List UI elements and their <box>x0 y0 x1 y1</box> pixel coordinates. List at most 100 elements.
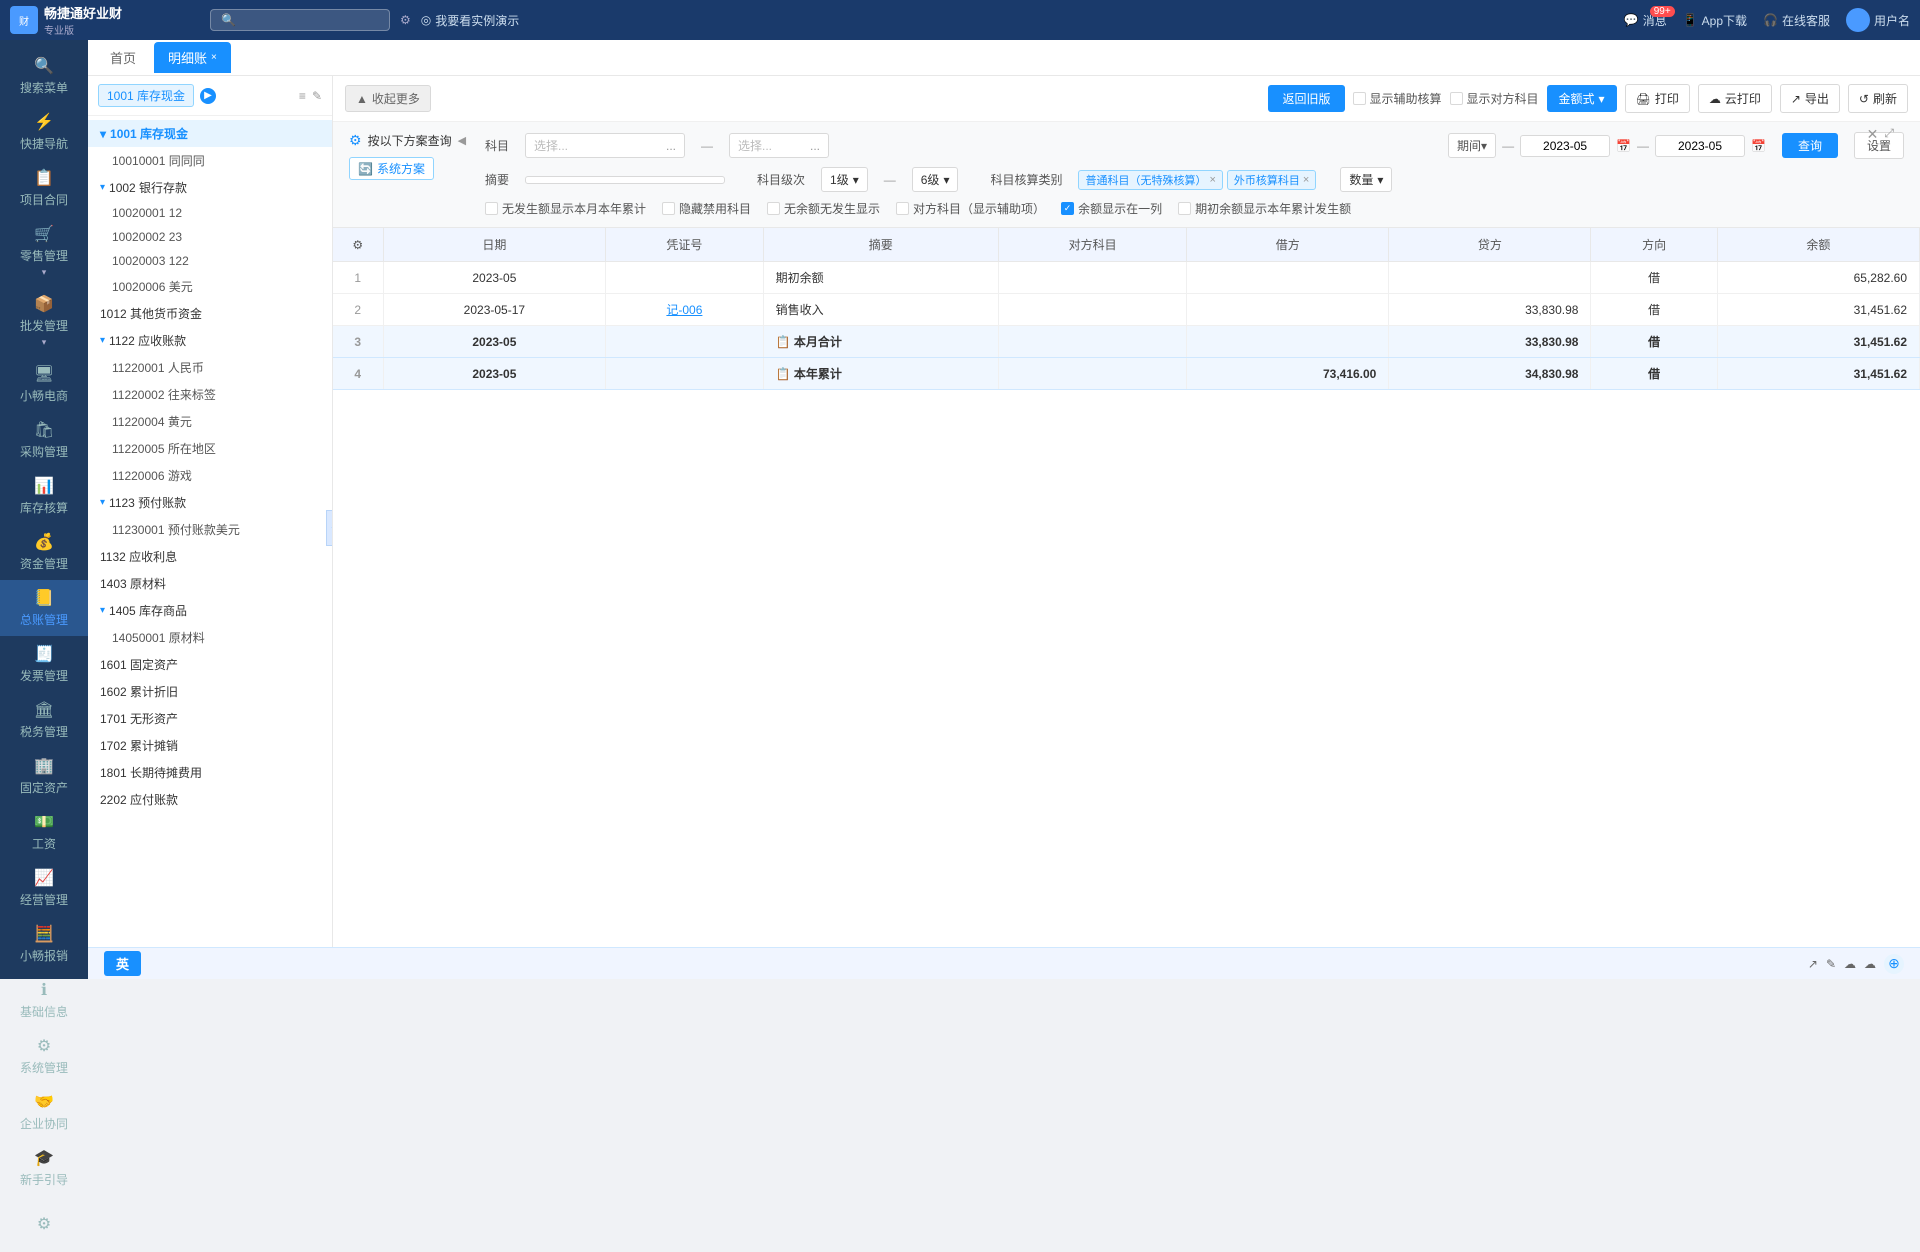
app-download-btn[interactable]: 📱 App下载 <box>1683 12 1747 29</box>
sidebar-item-shortcut[interactable]: ⚡ 快捷导航 <box>0 104 88 160</box>
sidebar-item-capital[interactable]: 💰 资金管理 <box>0 524 88 580</box>
edit-icon[interactable]: ✎ <box>312 89 322 103</box>
tree-item-1801[interactable]: 1801 长期待摊费用 <box>88 759 332 786</box>
account-type-tag-normal[interactable]: 普通科目（无特殊核算）× <box>1078 170 1222 190</box>
cb-balance-one-col[interactable]: 余额显示在一列 <box>1061 200 1162 217</box>
expand-panel-btn[interactable]: ⤢ <box>1884 126 1894 143</box>
subject-input[interactable]: 选择... ... <box>525 133 685 158</box>
show-contra-checkbox[interactable]: 显示对方科目 <box>1450 90 1539 107</box>
tree-item-10020006[interactable]: 10020006 美元 <box>88 273 332 300</box>
print-btn[interactable]: 🖨 打印 <box>1625 84 1690 113</box>
list-view-icon[interactable]: ≡ <box>299 89 306 103</box>
period-cal-end-icon[interactable]: 📅 <box>1751 139 1766 153</box>
sidebar-item-invoice[interactable]: 🧾 发票管理 <box>0 636 88 692</box>
tree-group-1405[interactable]: ▾ 1405 库存商品 <box>88 597 332 624</box>
account-tag[interactable]: 1001 库存现金 <box>98 84 194 107</box>
bottom-plus-icon[interactable]: ⊕ <box>1884 954 1904 974</box>
account-type-tag-foreign[interactable]: 外币核算科目× <box>1227 170 1316 190</box>
search-input[interactable] <box>242 13 362 27</box>
tree-item-1001[interactable]: ▾ 1001 库存现金 <box>88 120 332 147</box>
sidebar-item-inventory[interactable]: 📊 库存核算 <box>0 468 88 524</box>
user-area[interactable]: 用户名 <box>1846 8 1910 32</box>
tree-item-11220002[interactable]: 11220002 往来标签 <box>88 381 332 408</box>
voucher-link-2[interactable]: 记-006 <box>666 303 702 317</box>
tree-item-10010001[interactable]: 10010001 同同同 <box>88 147 332 174</box>
close-foreign-tag[interactable]: × <box>1303 174 1309 186</box>
navigate-account-btn[interactable]: ▶ <box>200 88 216 104</box>
settings-gear-icon[interactable]: ⚙ <box>400 13 411 27</box>
online-service-btn[interactable]: 🎧 在线客服 <box>1763 12 1830 29</box>
tree-item-11220004[interactable]: 11220004 黄元 <box>88 408 332 435</box>
sidebar-item-cooperation[interactable]: 🤝 企业协同 <box>0 1084 88 1140</box>
sidebar-item-ledger[interactable]: 📒 总账管理 <box>0 580 88 636</box>
sidebar-item-search[interactable]: 🔍 搜索菜单 <box>0 48 88 104</box>
tab-close-btn[interactable]: × <box>211 52 217 63</box>
tree-group-1123[interactable]: ▾ 1123 预付账款 <box>88 489 332 516</box>
period-end-input[interactable] <box>1655 135 1745 157</box>
cb-no-balance-show[interactable]: 无余额无发生显示 <box>767 200 880 217</box>
cb-no-balance[interactable]: 无发生额显示本月本年累计 <box>485 200 646 217</box>
level-from-select[interactable]: 1级 ▾ <box>821 167 868 192</box>
tree-item-10020002[interactable]: 10020002 23 <box>88 225 332 249</box>
sidebar-settings-btn[interactable]: ⚙ <box>33 1206 55 1242</box>
refresh-btn[interactable]: ↺ 刷新 <box>1848 84 1908 113</box>
sidebar-item-tax[interactable]: 🏛 税务管理 <box>0 692 88 748</box>
tree-item-1012[interactable]: 1012 其他货币资金 <box>88 300 332 327</box>
close-panel-btn[interactable]: ✕ <box>1867 126 1879 143</box>
sidebar-item-retail[interactable]: 🛒 零售管理 ▾ <box>0 216 88 286</box>
lang-btn[interactable]: 英 <box>104 951 141 976</box>
tree-item-1132[interactable]: 1132 应收利息 <box>88 543 332 570</box>
subject-end-input[interactable]: 选择... ... <box>729 133 829 158</box>
close-normal-tag[interactable]: × <box>1209 174 1215 186</box>
tree-item-10020003[interactable]: 10020003 122 <box>88 249 332 273</box>
scheme-tag[interactable]: 🔄 系统方案 <box>349 157 434 180</box>
sidebar-item-ecommerce[interactable]: 🖥 小畅电商 <box>0 356 88 412</box>
tree-item-11220001[interactable]: 11220001 人民币 <box>88 354 332 381</box>
td-voucher-2[interactable]: 记-006 <box>606 294 763 326</box>
sidebar-item-project[interactable]: 📋 项目合同 <box>0 160 88 216</box>
demo-link[interactable]: ◎ 我要看实例演示 <box>421 12 520 29</box>
tab-home[interactable]: 首页 <box>96 42 150 73</box>
tree-item-11230001[interactable]: 11230001 预付账款美元 <box>88 516 332 543</box>
tree-item-1601[interactable]: 1601 固定资产 <box>88 651 332 678</box>
tree-item-1602[interactable]: 1602 累计折旧 <box>88 678 332 705</box>
tree-item-10020001[interactable]: 10020001 12 <box>88 201 332 225</box>
summary-input[interactable] <box>525 176 725 184</box>
tree-item-2202[interactable]: 2202 应付账款 <box>88 786 332 813</box>
cloud-print-btn[interactable]: ☁ 云打印 <box>1698 84 1772 113</box>
quantity-select[interactable]: 数量 ▾ <box>1340 167 1392 192</box>
tree-item-11220005[interactable]: 11220005 所在地区 <box>88 435 332 462</box>
export-btn[interactable]: ↗ 导出 <box>1780 84 1840 113</box>
tree-group-1002[interactable]: ▾ 1002 银行存款 <box>88 174 332 201</box>
sidebar-item-salary[interactable]: 💵 工资 <box>0 804 88 860</box>
period-cal-icon[interactable]: 📅 <box>1616 139 1631 153</box>
collapse-more-btn[interactable]: ▲ 收起更多 <box>345 85 431 112</box>
level-to-select[interactable]: 6级 ▾ <box>912 167 959 192</box>
query-btn[interactable]: 查询 <box>1782 133 1838 158</box>
cb-contra[interactable]: 对方科目（显示辅助项） <box>896 200 1045 217</box>
sidebar-item-purchase[interactable]: 🛍 采购管理 <box>0 412 88 468</box>
sidebar-item-operations[interactable]: 📈 经营管理 <box>0 860 88 916</box>
left-panel-collapse-btn[interactable]: ‹ <box>326 510 333 546</box>
tab-ledger[interactable]: 明细账 × <box>154 42 231 73</box>
bottom-edit-icon[interactable]: ✎ <box>1826 957 1836 971</box>
return-old-btn[interactable]: 返回旧版 <box>1268 85 1344 112</box>
sidebar-item-system[interactable]: ⚙ 系统管理 <box>0 1028 88 1084</box>
top-search-box[interactable]: 🔍 <box>210 9 390 31</box>
tree-group-1122[interactable]: ▾ 1122 应收账款 <box>88 327 332 354</box>
cb-opening-balance[interactable]: 期初余额显示本年累计发生额 <box>1178 200 1351 217</box>
notifications-btn[interactable]: 💬 消息 99+ <box>1624 12 1667 29</box>
period-type-label[interactable]: 期间▾ <box>1448 133 1496 158</box>
tree-item-1403[interactable]: 1403 原材料 <box>88 570 332 597</box>
cb-hide-disabled[interactable]: 隐藏禁用科目 <box>662 200 751 217</box>
bottom-arrow-icon[interactable]: ↗ <box>1808 957 1818 971</box>
settings-filter-icon[interactable]: ⚙ <box>349 132 362 149</box>
tree-item-1702[interactable]: 1702 累计摊销 <box>88 732 332 759</box>
sidebar-item-guide[interactable]: 🎓 新手引导 <box>0 1140 88 1196</box>
period-start-input[interactable] <box>1520 135 1610 157</box>
show-aux-calc-checkbox[interactable]: 显示辅助核算 <box>1353 90 1442 107</box>
tree-item-1701[interactable]: 1701 无形资产 <box>88 705 332 732</box>
bottom-cloud-icon1[interactable]: ☁ <box>1844 957 1856 971</box>
sidebar-item-wholesale[interactable]: 📦 批发管理 ▾ <box>0 286 88 356</box>
sidebar-item-assets[interactable]: 🏢 固定资产 <box>0 748 88 804</box>
